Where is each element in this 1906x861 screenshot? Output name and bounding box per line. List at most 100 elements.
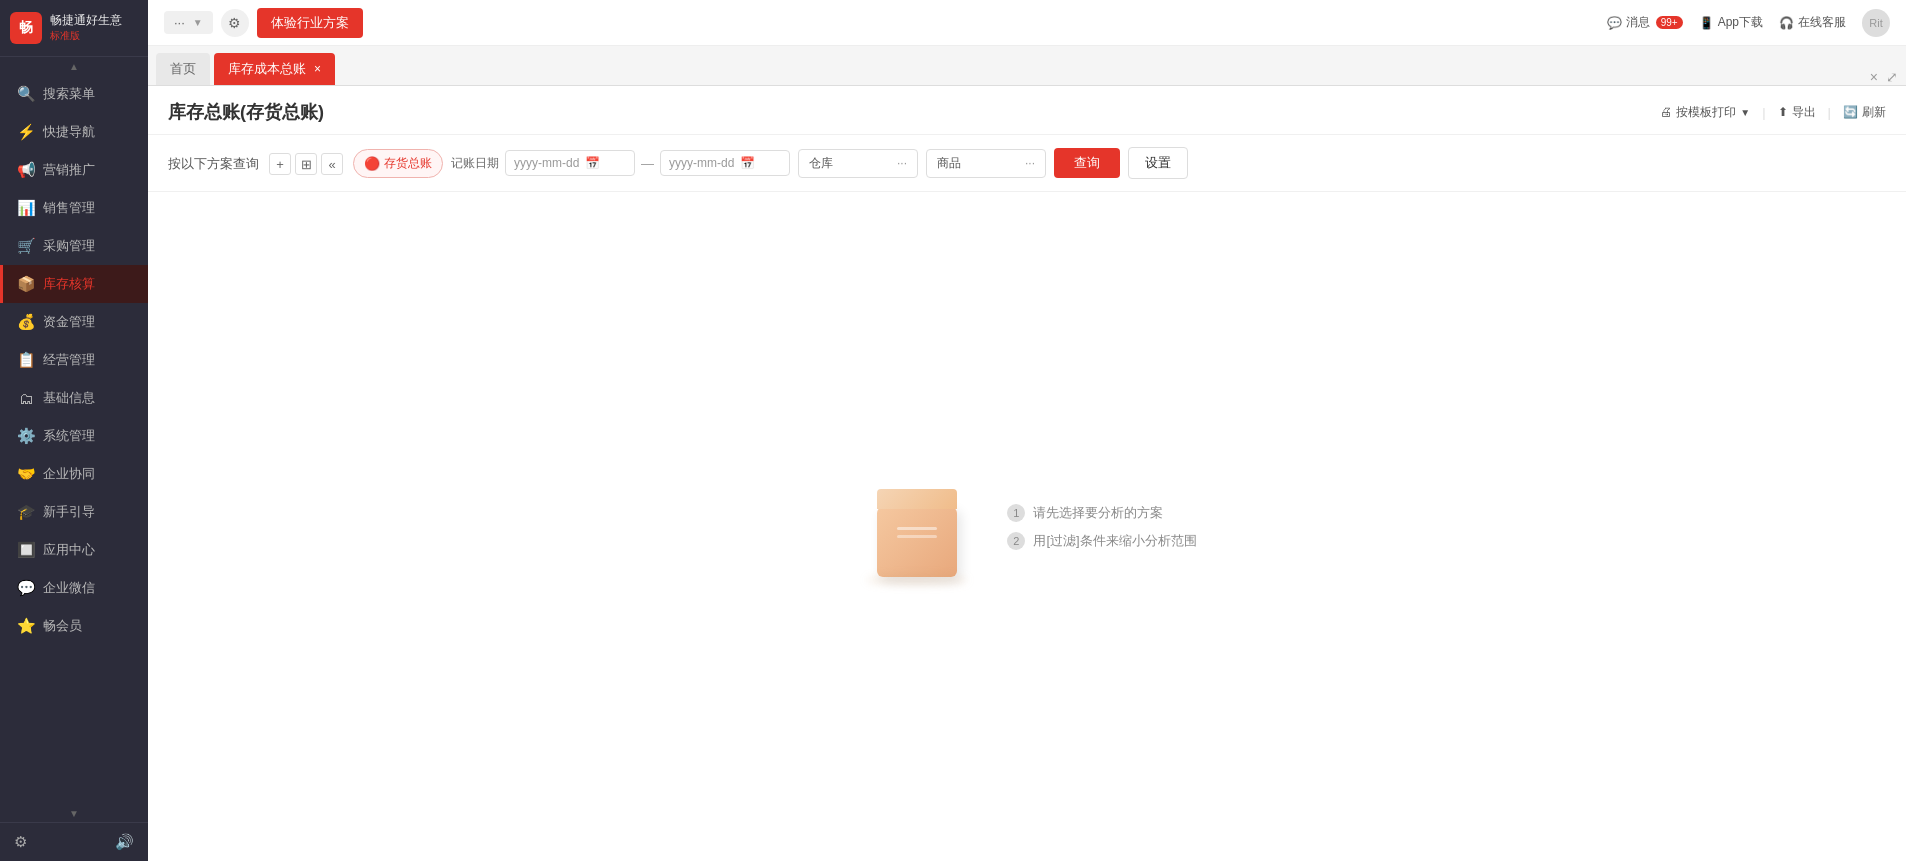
warehouse-more: ··· — [897, 156, 907, 170]
export-btn[interactable]: ⬆ 导出 — [1778, 104, 1816, 121]
print-btn[interactable]: 🖨 按模板打印 ▼ — [1660, 104, 1750, 121]
panel-close-area: × ⤢ — [1870, 69, 1898, 85]
divider: | — [1762, 105, 1765, 120]
main-area: ··· ▼ ⚙ 体验行业方案 💬 消息 99+ 📱 App下载 🎧 在线客服 R… — [148, 0, 1906, 861]
sidebar-item-search[interactable]: 🔍 搜索菜单 — [0, 75, 148, 113]
messages-badge: 99+ — [1656, 16, 1683, 29]
date-start-input[interactable]: yyyy-mm-dd 📅 — [505, 150, 635, 176]
calendar-start-icon: 📅 — [585, 156, 600, 170]
headset-icon: 🎧 — [1779, 16, 1794, 30]
warehouse-filter[interactable]: 仓库 ··· — [798, 149, 918, 178]
purchase-icon: 🛒 — [17, 237, 35, 255]
page-content: 库存总账(存货总账) 🖨 按模板打印 ▼ | ⬆ 导出 | 🔄 刷新 — [148, 86, 1906, 861]
scheme-icon: 🔴 — [364, 156, 380, 171]
date-start-placeholder: yyyy-mm-dd — [514, 156, 579, 170]
date-label: 记账日期 — [451, 155, 499, 172]
product-label: 商品 — [937, 155, 961, 172]
calendar-end-icon: 📅 — [740, 156, 755, 170]
tab-inventory-label: 库存成本总账 — [228, 60, 306, 78]
member-icon: ⭐ — [17, 617, 35, 635]
basic-icon: 🗂 — [17, 389, 35, 407]
filter-area: 按以下方案查询 + ⊞ « 🔴 存货总账 记账日期 yyyy-mm-dd 📅 — — [148, 135, 1906, 192]
scroll-down-indicator: ▼ — [0, 804, 148, 822]
sidebar-item-appstore[interactable]: 🔲 应用中心 — [0, 531, 148, 569]
sidebar-item-sales[interactable]: 📊 销售管理 — [0, 189, 148, 227]
sidebar-item-wechat[interactable]: 💬 企业微信 — [0, 569, 148, 607]
sidebar-item-system[interactable]: ⚙️ 系统管理 — [0, 417, 148, 455]
panel-resize-btn[interactable]: ⤢ — [1886, 69, 1898, 85]
product-filter[interactable]: 商品 ··· — [926, 149, 1046, 178]
sidebar-item-operation[interactable]: 📋 经营管理 — [0, 341, 148, 379]
sidebar-item-shortcut[interactable]: ⚡ 快捷导航 — [0, 113, 148, 151]
tab-home[interactable]: 首页 — [156, 53, 210, 85]
appstore-icon: 🔲 — [17, 541, 35, 559]
page-header-actions: 🖨 按模板打印 ▼ | ⬆ 导出 | 🔄 刷新 — [1660, 104, 1886, 121]
hint-text-1: 请先选择要分析的方案 — [1033, 504, 1163, 522]
sidebar-item-purchase[interactable]: 🛒 采购管理 — [0, 227, 148, 265]
sidebar-item-member[interactable]: ⭐ 畅会员 — [0, 607, 148, 645]
hint-text-2: 用[过滤]条件来缩小分析范围 — [1033, 532, 1196, 550]
industry-btn[interactable]: 体验行业方案 — [257, 8, 363, 38]
search-btn[interactable]: 查询 — [1054, 148, 1120, 178]
enterprise-icon: 🤝 — [17, 465, 35, 483]
message-icon: 💬 — [1607, 16, 1622, 30]
app-logo: 畅 畅捷通好生意 标准版 — [0, 0, 148, 57]
refresh-icon: 🔄 — [1843, 105, 1858, 119]
operation-icon: 📋 — [17, 351, 35, 369]
filter-label: 按以下方案查询 — [168, 147, 259, 173]
funds-icon: 💰 — [17, 313, 35, 331]
sidebar-item-funds[interactable]: 💰 资金管理 — [0, 303, 148, 341]
page-title: 库存总账(存货总账) — [168, 100, 324, 124]
marketing-icon: 📢 — [17, 161, 35, 179]
date-separator: — — [641, 156, 654, 171]
filter-scheme[interactable]: 🔴 存货总账 — [353, 149, 443, 178]
online-service-action[interactable]: 🎧 在线客服 — [1779, 14, 1846, 31]
wechat-icon: 💬 — [17, 579, 35, 597]
expand-filter-btn[interactable]: ⊞ — [295, 153, 317, 175]
flash-icon: ⚡ — [17, 123, 35, 141]
search-icon: 🔍 — [17, 85, 35, 103]
logo-text: 畅捷通好生意 标准版 — [50, 13, 122, 43]
sidebar-audio-btn[interactable]: 🔊 — [115, 833, 134, 851]
date-end-input[interactable]: yyyy-mm-dd 📅 — [660, 150, 790, 176]
tab-home-label: 首页 — [170, 60, 196, 78]
print-dropdown-icon: ▼ — [1740, 107, 1750, 118]
empty-hint-1: 1 请先选择要分析的方案 — [1007, 504, 1196, 522]
panel-close-btn[interactable]: × — [1870, 69, 1878, 85]
sidebar-nav: 🔍 搜索菜单 ⚡ 快捷导航 📢 营销推广 📊 销售管理 🛒 采购管理 📦 库存核… — [0, 75, 148, 804]
sidebar-item-inventory[interactable]: 📦 库存核算 — [0, 265, 148, 303]
sidebar-item-marketing[interactable]: 📢 营销推广 — [0, 151, 148, 189]
breadcrumb[interactable]: ··· ▼ — [164, 11, 213, 34]
empty-shadow — [867, 575, 967, 585]
settings-filter-btn[interactable]: 设置 — [1128, 147, 1188, 179]
topbar-left: ··· ▼ ⚙ 体验行业方案 — [164, 8, 1607, 38]
empty-illustration — [857, 467, 977, 587]
sidebar-settings-btn[interactable]: ⚙ — [14, 833, 27, 851]
avatar[interactable]: Rit — [1862, 9, 1890, 37]
tab-inventory-ledger[interactable]: 库存成本总账 × — [214, 53, 335, 85]
newbie-icon: 🎓 — [17, 503, 35, 521]
app-download-action[interactable]: 📱 App下载 — [1699, 14, 1763, 31]
product-more: ··· — [1025, 156, 1035, 170]
export-icon: ⬆ — [1778, 105, 1788, 119]
collapse-filter-btn[interactable]: « — [321, 153, 343, 175]
tabbar: 首页 库存成本总账 × × ⤢ — [148, 46, 1906, 86]
page-header: 库存总账(存货总账) 🖨 按模板打印 ▼ | ⬆ 导出 | 🔄 刷新 — [148, 86, 1906, 135]
sidebar-item-newbie[interactable]: 🎓 新手引导 — [0, 493, 148, 531]
messages-action[interactable]: 💬 消息 99+ — [1607, 14, 1683, 31]
add-filter-btn[interactable]: + — [269, 153, 291, 175]
inventory-icon: 📦 — [17, 275, 35, 293]
topbar-settings-btn[interactable]: ⚙ — [221, 9, 249, 37]
sidebar-item-basic[interactable]: 🗂 基础信息 — [0, 379, 148, 417]
filter-controls: 🔴 存货总账 记账日期 yyyy-mm-dd 📅 — yyyy-mm-dd 📅 — [353, 147, 1886, 179]
empty-text: 1 请先选择要分析的方案 2 用[过滤]条件来缩小分析范围 — [1007, 504, 1196, 550]
tab-close-btn[interactable]: × — [314, 62, 321, 76]
scroll-up-indicator: ▲ — [0, 57, 148, 75]
chevron-down-icon: ▼ — [193, 17, 203, 28]
sidebar-item-enterprise[interactable]: 🤝 企业协同 — [0, 455, 148, 493]
empty-hint-2: 2 用[过滤]条件来缩小分析范围 — [1007, 532, 1196, 550]
sales-icon: 📊 — [17, 199, 35, 217]
refresh-btn[interactable]: 🔄 刷新 — [1843, 104, 1886, 121]
empty-state: 1 请先选择要分析的方案 2 用[过滤]条件来缩小分析范围 — [148, 192, 1906, 861]
logo-icon: 畅 — [10, 12, 42, 44]
